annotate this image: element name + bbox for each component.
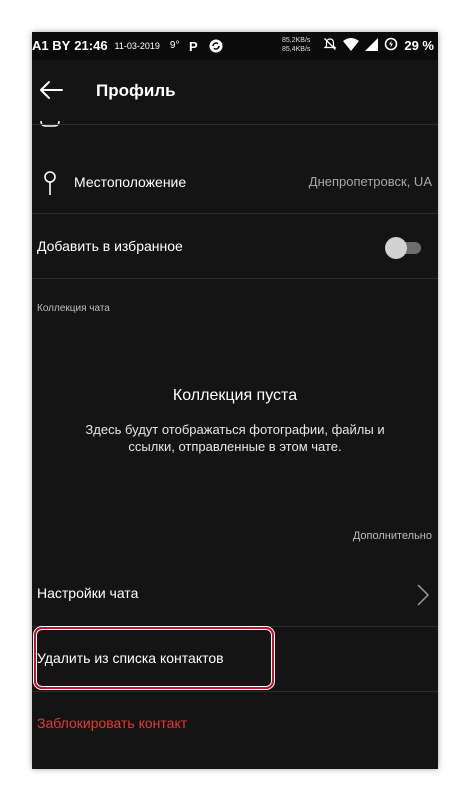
wifi-icon (343, 37, 360, 54)
signal-icon (365, 37, 379, 54)
chat-collection-section-label: Коллекция чата (37, 303, 110, 314)
divider (32, 691, 438, 692)
location-row: Местоположение Днепропетровск, UA (32, 162, 438, 202)
status-right: 29 % (323, 37, 434, 54)
carrier-label: A1 BY (32, 38, 71, 53)
mute-icon (323, 37, 337, 54)
chat-settings-row[interactable]: Настройки чата (32, 575, 438, 615)
svg-text:P: P (189, 39, 198, 53)
block-contact-label: Заблокировать контакт (37, 715, 188, 731)
network-speed: 85,2KB/s 85,4KB/s (282, 36, 310, 54)
divider (32, 278, 438, 279)
divider (32, 213, 438, 214)
clock: 21:46 (74, 38, 108, 53)
add-to-favorites-row[interactable]: Добавить в избранное (32, 228, 438, 268)
divider (32, 124, 438, 125)
date-label: 11-03-2019 (114, 40, 160, 51)
p-icon: P (187, 39, 201, 53)
toggle-thumb (385, 237, 407, 259)
sync-icon (209, 39, 223, 53)
status-bar: A1 BY 21:46 11-03-2019 9° P 85,2KB/s 85,… (32, 32, 438, 60)
empty-collection-description: Здесь будут отображаться фотографии, фай… (85, 422, 385, 454)
highlight-box (34, 627, 274, 689)
location-pin-icon (44, 171, 56, 195)
empty-collection-title: Коллекция пуста (172, 387, 298, 404)
block-contact-row[interactable]: Заблокировать контакт (32, 705, 438, 745)
speed-down-label: 85,4KB/s (282, 46, 311, 53)
add-to-favorites-label: Добавить в избранное (37, 238, 183, 254)
location-label: Местоположение (74, 174, 187, 190)
chevron-right-icon (417, 584, 430, 606)
battery-label: 29 % (404, 38, 434, 53)
page-title: Профиль (96, 81, 176, 100)
favorites-toggle[interactable] (385, 237, 425, 259)
app-bar: Профиль (32, 60, 438, 120)
temperature-label: 9° (169, 40, 180, 51)
location-value: Днепропетровск, UA (308, 174, 432, 189)
chat-settings-label: Настройки чата (37, 585, 139, 601)
speed-up-label: 85,2KB/s (282, 37, 311, 44)
status-left: A1 BY 21:46 11-03-2019 9° P (32, 38, 223, 53)
battery-saver-icon (384, 37, 398, 54)
back-arrow-icon[interactable] (38, 79, 64, 101)
more-section-label: Дополнительно (352, 530, 432, 542)
